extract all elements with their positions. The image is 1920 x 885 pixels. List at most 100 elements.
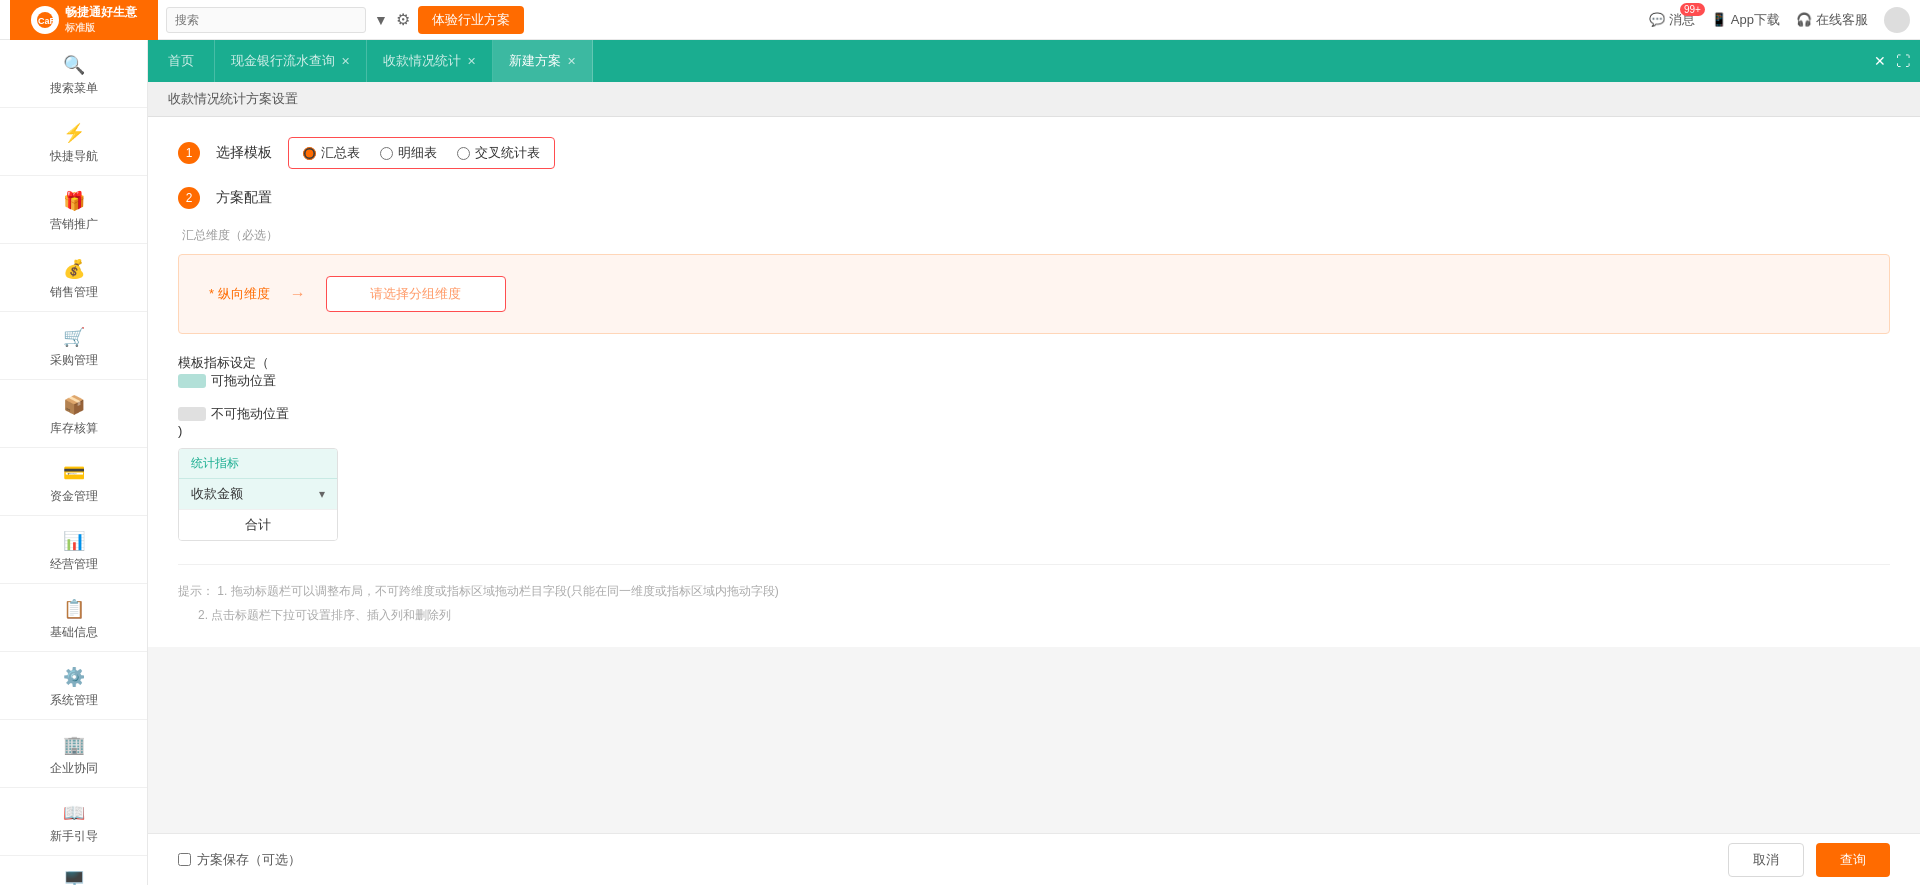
sidebar-item-enterprise[interactable]: 🏢 企业协同 [0, 720, 147, 788]
option-summary-label: 汇总表 [321, 144, 360, 162]
main-container: 🔍 搜索菜单 ⚡ 快捷导航 🎁 营销推广 💰 销售管理 🛒 采购管理 📦 库存核… [0, 40, 1920, 885]
sidebar-label-search-menu: 搜索菜单 [50, 80, 98, 97]
search-dropdown-btn[interactable]: ▼ [374, 12, 388, 28]
tab-bar-right: ✕ ⛶ [1864, 40, 1920, 82]
metric-table-header: 统计指标 [179, 449, 337, 479]
tab-bank-flow-label: 现金银行流水查询 [231, 52, 335, 70]
tab-bank-flow-close[interactable]: ✕ [341, 56, 350, 67]
sidebar-item-finance[interactable]: 💳 资金管理 [0, 448, 147, 516]
radio-summary[interactable] [303, 147, 316, 160]
search-menu-icon: 🔍 [63, 54, 85, 76]
metric-subtotal: 合计 [179, 510, 337, 540]
tab-receipt-stats[interactable]: 收款情况统计 ✕ [367, 40, 493, 82]
radio-detail[interactable] [380, 147, 393, 160]
metric-table-row-amount[interactable]: 收款金额 ▾ [179, 479, 337, 510]
query-button[interactable]: 查询 [1816, 843, 1890, 877]
option-crosstab-label: 交叉统计表 [475, 144, 540, 162]
movable-indicator [178, 374, 206, 388]
sidebar-label-guide: 新手引导 [50, 828, 98, 845]
step2-badge: 2 [178, 187, 200, 209]
step2-label: 方案配置 [216, 189, 272, 207]
page-title-bar: 收款情况统计方案设置 [148, 82, 1920, 117]
tab-home[interactable]: 首页 [148, 40, 215, 82]
dimension-section: 汇总维度（必选） * 纵向维度 → 请选择分组维度 [178, 227, 1890, 334]
radio-crosstab[interactable] [457, 147, 470, 160]
tab-new-plan-close[interactable]: ✕ [567, 56, 576, 67]
sidebar-item-sales[interactable]: 💰 销售管理 [0, 244, 147, 312]
sidebar-item-guide[interactable]: 📖 新手引导 [0, 788, 147, 856]
search-input[interactable] [166, 7, 366, 33]
step1-badge: 1 [178, 142, 200, 164]
tab-bar: 首页 现金银行流水查询 ✕ 收款情况统计 ✕ 新建方案 ✕ ✕ ⛶ [148, 40, 1920, 82]
save-option-label: 方案保存（可选） [197, 851, 301, 869]
sidebar-item-purchase[interactable]: 🛒 采购管理 [0, 312, 147, 380]
tab-maximize-btn[interactable]: ⛶ [1896, 53, 1910, 69]
option-summary[interactable]: 汇总表 [303, 144, 360, 162]
bottom-actions: 取消 查询 [1728, 843, 1890, 877]
top-header: CaR 畅捷通好生意 标准版 ▼ ⚙ 体验行业方案 💬 消息 99+ 📱 App… [0, 0, 1920, 40]
notification-area[interactable]: 💬 消息 99+ [1649, 11, 1695, 29]
dimension-title: 汇总维度（必选） [178, 227, 1890, 244]
online-service-area[interactable]: 🎧 在线客服 [1796, 11, 1868, 29]
step1-label: 选择模板 [216, 144, 272, 162]
sidebar-item-quick-nav[interactable]: ⚡ 快捷导航 [0, 108, 147, 176]
edition-badge: 标准版 [65, 21, 137, 35]
sidebar-label-inventory: 库存核算 [50, 420, 98, 437]
sales-icon: 💰 [63, 258, 85, 280]
tab-new-plan[interactable]: 新建方案 ✕ [493, 40, 593, 82]
page-content: 收款情况统计方案设置 1 选择模板 汇总表 明细表 [148, 82, 1920, 833]
tab-home-label: 首页 [168, 52, 194, 70]
avatar[interactable] [1884, 7, 1910, 33]
save-checkbox[interactable] [178, 853, 191, 866]
settings-gear-icon[interactable]: ⚙ [396, 10, 410, 29]
quick-nav-icon: ⚡ [63, 122, 85, 144]
legend-fixed: 不可拖动位置 [178, 405, 1890, 423]
sidebar-label-finance: 资金管理 [50, 488, 98, 505]
industry-btn[interactable]: 体验行业方案 [418, 6, 524, 34]
cancel-button[interactable]: 取消 [1728, 843, 1804, 877]
bottom-bar: 方案保存（可选） 取消 查询 [148, 833, 1920, 885]
sidebar-item-inventory[interactable]: 📦 库存核算 [0, 380, 147, 448]
sidebar-label-enterprise: 企业协同 [50, 760, 98, 777]
dimension-placeholder[interactable]: 请选择分组维度 [326, 276, 506, 312]
app-download-area[interactable]: 📱 App下载 [1711, 11, 1780, 29]
option-crosstab[interactable]: 交叉统计表 [457, 144, 540, 162]
tab-receipt-stats-close[interactable]: ✕ [467, 56, 476, 67]
tip2: 2. 点击标题栏下拉可设置排序、插入列和删除列 [178, 603, 1890, 627]
fixed-indicator [178, 407, 206, 421]
logo-icon: CaR [31, 6, 59, 34]
tab-new-plan-label: 新建方案 [509, 52, 561, 70]
logo: CaR 畅捷通好生意 标准版 [10, 0, 158, 40]
tab-bank-flow[interactable]: 现金银行流水查询 ✕ [215, 40, 367, 82]
purchase-icon: 🛒 [63, 326, 85, 348]
option-detail[interactable]: 明细表 [380, 144, 437, 162]
hardware-icon: 🖥️ [63, 870, 85, 885]
sidebar-item-search-menu[interactable]: 🔍 搜索菜单 [0, 40, 147, 108]
sidebar: 🔍 搜索菜单 ⚡ 快捷导航 🎁 营销推广 💰 销售管理 🛒 采购管理 📦 库存核… [0, 40, 148, 885]
sidebar-item-system[interactable]: ⚙️ 系统管理 [0, 652, 147, 720]
sidebar-label-sales: 销售管理 [50, 284, 98, 301]
metric-name-label: 收款金额 [191, 485, 243, 503]
sidebar-item-marketing[interactable]: 🎁 营销推广 [0, 176, 147, 244]
sidebar-label-purchase: 采购管理 [50, 352, 98, 369]
metric-dropdown-icon[interactable]: ▾ [319, 487, 325, 501]
content-area: 首页 现金银行流水查询 ✕ 收款情况统计 ✕ 新建方案 ✕ ✕ ⛶ 收款情况统计… [148, 40, 1920, 885]
service-label: 在线客服 [1816, 11, 1868, 29]
sidebar-label-system: 系统管理 [50, 692, 98, 709]
sidebar-label-operations: 经营管理 [50, 556, 98, 573]
form-section: 1 选择模板 汇总表 明细表 交叉统计表 [148, 117, 1920, 647]
metric-legend: 可拖动位置 不可拖动位置 ) [178, 372, 1890, 438]
message-icon: 💬 [1649, 12, 1665, 27]
basic-info-icon: 📋 [63, 598, 85, 620]
dimension-row-label: * 纵向维度 [209, 285, 270, 303]
sidebar-item-operations[interactable]: 📊 经营管理 [0, 516, 147, 584]
download-icon: 📱 [1711, 12, 1727, 27]
tab-minimize-btn[interactable]: ✕ [1874, 53, 1886, 69]
save-option[interactable]: 方案保存（可选） [178, 851, 301, 869]
sidebar-item-hardware[interactable]: 🖥️ 智能硬件 [0, 856, 147, 885]
notification-badge: 99+ [1680, 3, 1705, 16]
step2-row: 2 方案配置 [178, 187, 1890, 209]
page-title: 收款情况统计方案设置 [168, 91, 298, 106]
sidebar-label-marketing: 营销推广 [50, 216, 98, 233]
sidebar-item-basic-info[interactable]: 📋 基础信息 [0, 584, 147, 652]
